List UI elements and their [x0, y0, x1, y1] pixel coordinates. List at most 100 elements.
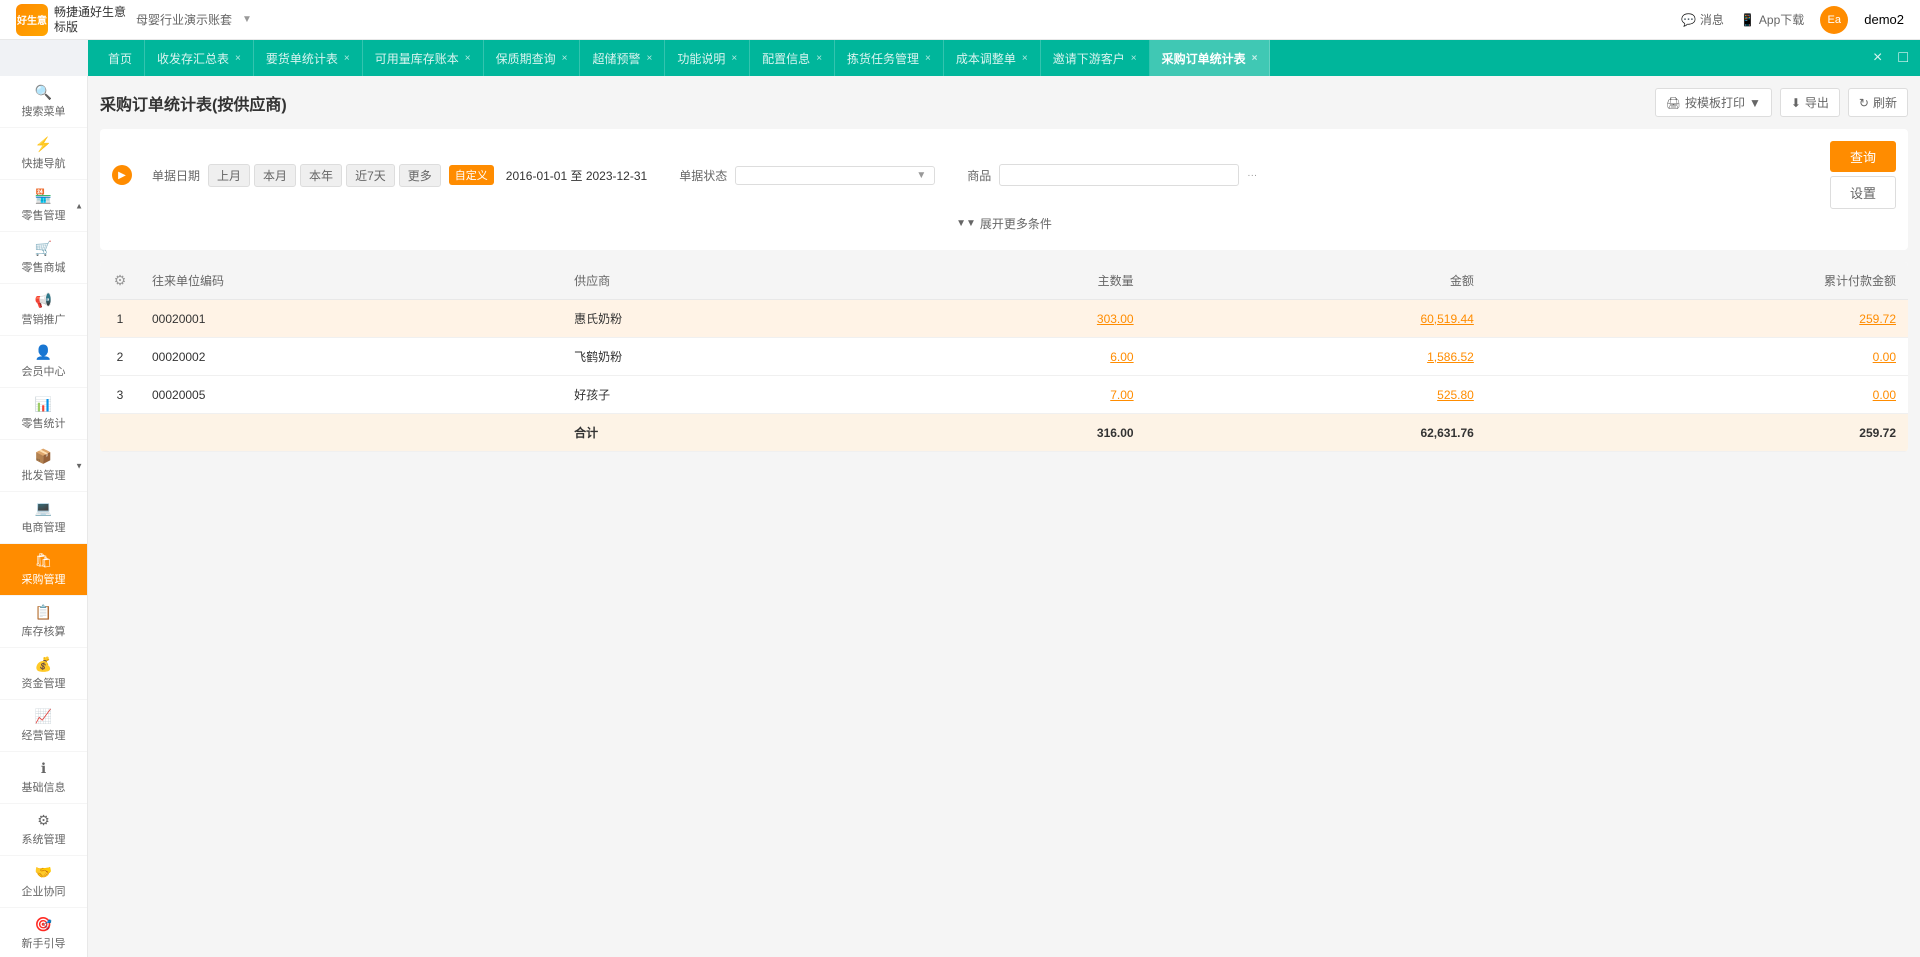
tab-home[interactable]: 首页 — [96, 40, 145, 76]
sidebar-item-operations[interactable]: 📈 经营管理 — [0, 700, 87, 752]
cell-supplier: 惠氏奶粉 — [562, 300, 879, 338]
sidebar-item-search[interactable]: 🔍 搜索菜单 — [0, 76, 87, 128]
table-container: ⚙ 往来单位编码 供应商 主数量 金额 累计付款金额 1 00020001 惠氏… — [100, 262, 1908, 452]
expand-more-conditions-btn[interactable]: ▼▼ 展开更多条件 — [112, 209, 1896, 238]
cell-amount[interactable]: 1,586.52 — [1146, 338, 1486, 376]
message-btn[interactable]: 💬 消息 — [1681, 11, 1724, 28]
cell-amount[interactable]: 525.80 — [1146, 376, 1486, 414]
filter-shortcut-this-year[interactable]: 本年 — [300, 164, 342, 187]
tab-purchase-order-stats-close[interactable]: × — [1252, 53, 1258, 64]
tab-requisition-stats-close[interactable]: × — [344, 53, 350, 64]
export-btn[interactable]: ⬇ 导出 — [1780, 88, 1840, 117]
logo-area[interactable]: 好生意 畅捷通好生意 标版 — [16, 4, 126, 36]
tab-requisition-stats[interactable]: 要货单统计表 × — [254, 40, 363, 76]
sidebar-item-shortcut[interactable]: ⚡ 快捷导航 — [0, 128, 87, 180]
search-icon: 🔍 — [35, 84, 52, 101]
template-print-icon: 🖨 — [1666, 96, 1681, 110]
filter-goods-more-btn[interactable]: ··· — [1247, 170, 1257, 181]
sidebar-item-finance[interactable]: 💰 资金管理 — [0, 648, 87, 700]
maximize-btn[interactable]: □ — [1894, 47, 1912, 69]
tab-cost-adjust[interactable]: 成本调整单 × — [944, 40, 1041, 76]
export-label: 导出 — [1805, 94, 1829, 111]
tab-invite-downstream-label: 邀请下游客户 — [1053, 50, 1125, 67]
user-avatar[interactable]: Ea — [1820, 6, 1848, 34]
app-icon: 📱 — [1740, 13, 1755, 27]
sidebar-item-ecommerce[interactable]: 💻 电商管理 — [0, 492, 87, 544]
sidebar-item-basic-info[interactable]: ℹ 基础信息 — [0, 752, 87, 804]
th-unit-code: 往来单位编码 — [140, 262, 562, 300]
tab-function-desc[interactable]: 功能说明 × — [665, 40, 750, 76]
sidebar-item-wholesale-mgmt[interactable]: 📦 批发管理 ▼ — [0, 440, 87, 492]
tab-overstock-warning[interactable]: 超储预警 × — [580, 40, 665, 76]
cell-quantity[interactable]: 303.00 — [879, 300, 1146, 338]
tab-available-inventory-close[interactable]: × — [465, 53, 471, 64]
cell-paid-amount[interactable]: 0.00 — [1486, 376, 1908, 414]
shortcut-icon: ⚡ — [35, 136, 52, 153]
tab-expiry-query-close[interactable]: × — [562, 53, 568, 64]
template-print-btn[interactable]: 🖨 按模板打印 ▼ — [1655, 88, 1772, 117]
cell-quantity[interactable]: 7.00 — [879, 376, 1146, 414]
tab-cost-adjust-label: 成本调整单 — [956, 50, 1016, 67]
tab-pick-task[interactable]: 拣货任务管理 × — [835, 40, 944, 76]
industry-label[interactable]: 母婴行业演示账套 — [136, 11, 232, 28]
sidebar-item-guide[interactable]: 🎯 新手引导 — [0, 908, 87, 957]
filter-shortcut-7days[interactable]: 近7天 — [346, 164, 395, 187]
cell-paid-amount[interactable]: 0.00 — [1486, 338, 1908, 376]
tab-available-inventory[interactable]: 可用量库存账本 × — [363, 40, 484, 76]
tab-invite-downstream[interactable]: 邀请下游客户 × — [1041, 40, 1150, 76]
tab-config-info-close[interactable]: × — [816, 53, 822, 64]
refresh-icon: ↻ — [1859, 96, 1869, 110]
app-download-btn[interactable]: 📱 App下载 — [1740, 11, 1804, 28]
tab-stock-summary[interactable]: 收发存汇总表 × — [145, 40, 254, 76]
tab-stock-summary-close[interactable]: × — [235, 53, 241, 64]
filter-shortcut-last-month[interactable]: 上月 — [208, 164, 250, 187]
sidebar-item-collab[interactable]: 🤝 企业协同 — [0, 856, 87, 908]
sidebar-item-marketing[interactable]: 📢 营销推广 — [0, 284, 87, 336]
filter-goods-input[interactable] — [999, 164, 1239, 186]
tab-cost-adjust-close[interactable]: × — [1022, 53, 1028, 64]
refresh-btn[interactable]: ↻ 刷新 — [1848, 88, 1908, 117]
marketing-icon: 📢 — [35, 292, 52, 309]
page-header: 采购订单统计表(按供应商) 🖨 按模板打印 ▼ ⬇ 导出 ↻ 刷新 — [100, 88, 1908, 117]
cell-unit-code: 00020001 — [140, 300, 562, 338]
cell-paid-amount[interactable]: 259.72 — [1486, 300, 1908, 338]
filter-status-select[interactable]: ▼ — [735, 166, 935, 185]
username-label[interactable]: demo2 — [1864, 12, 1904, 27]
filter-shortcut-more[interactable]: 更多 — [399, 164, 441, 187]
sidebar-item-retail-mall[interactable]: 🛒 零售商城 — [0, 232, 87, 284]
inventory-icon: 📋 — [35, 604, 52, 621]
member-icon: 👤 — [35, 344, 52, 361]
settings-btn[interactable]: 设置 — [1830, 176, 1896, 209]
tab-config-info[interactable]: 配置信息 × — [750, 40, 835, 76]
tab-invite-downstream-close[interactable]: × — [1131, 53, 1137, 64]
sidebar-item-retail-mgmt[interactable]: 🏪 零售管理 ▲ — [0, 180, 87, 232]
filter-date-range-display: 2016-01-01 至 2023-12-31 — [506, 167, 647, 184]
cell-amount[interactable]: 60,519.44 — [1146, 300, 1486, 338]
collapse-arrow-btn[interactable]: ▶ — [112, 165, 132, 185]
filter-goods-group: 商品 ··· — [967, 164, 1257, 186]
sidebar-item-inventory[interactable]: 📋 库存核算 — [0, 596, 87, 648]
tab-expiry-query[interactable]: 保质期查询 × — [484, 40, 581, 76]
cell-quantity[interactable]: 6.00 — [879, 338, 1146, 376]
tab-function-desc-close[interactable]: × — [731, 53, 737, 64]
sidebar-item-retail-stats[interactable]: 📊 零售统计 — [0, 388, 87, 440]
nav-tabs-right: × □ — [1869, 47, 1912, 69]
industry-dropdown-icon[interactable]: ▼ — [242, 14, 252, 25]
wholesale-mgmt-arrow-icon: ▼ — [75, 461, 83, 470]
sidebar-item-purchase-label: 采购管理 — [22, 571, 66, 587]
tab-function-desc-label: 功能说明 — [677, 50, 725, 67]
sidebar-item-shortcut-label: 快捷导航 — [22, 155, 66, 171]
sidebar-item-purchase[interactable]: 🛍 采购管理 — [0, 544, 87, 596]
top-bar-right: 💬 消息 📱 App下载 Ea demo2 — [1681, 6, 1904, 34]
search-btn[interactable]: 查询 — [1830, 141, 1896, 172]
filter-shortcut-this-month[interactable]: 本月 — [254, 164, 296, 187]
tab-pick-task-close[interactable]: × — [925, 53, 931, 64]
sidebar-item-member[interactable]: 👤 会员中心 — [0, 336, 87, 388]
expand-label: 展开更多条件 — [980, 215, 1052, 232]
tab-purchase-order-stats[interactable]: 采购订单统计表 × — [1150, 40, 1271, 76]
retail-mall-icon: 🛒 — [35, 240, 52, 257]
tab-overstock-warning-close[interactable]: × — [646, 53, 652, 64]
table-settings-icon[interactable]: ⚙ — [114, 272, 127, 288]
sidebar-item-system[interactable]: ⚙ 系统管理 — [0, 804, 87, 856]
close-all-tabs-btn[interactable]: × — [1869, 47, 1886, 69]
